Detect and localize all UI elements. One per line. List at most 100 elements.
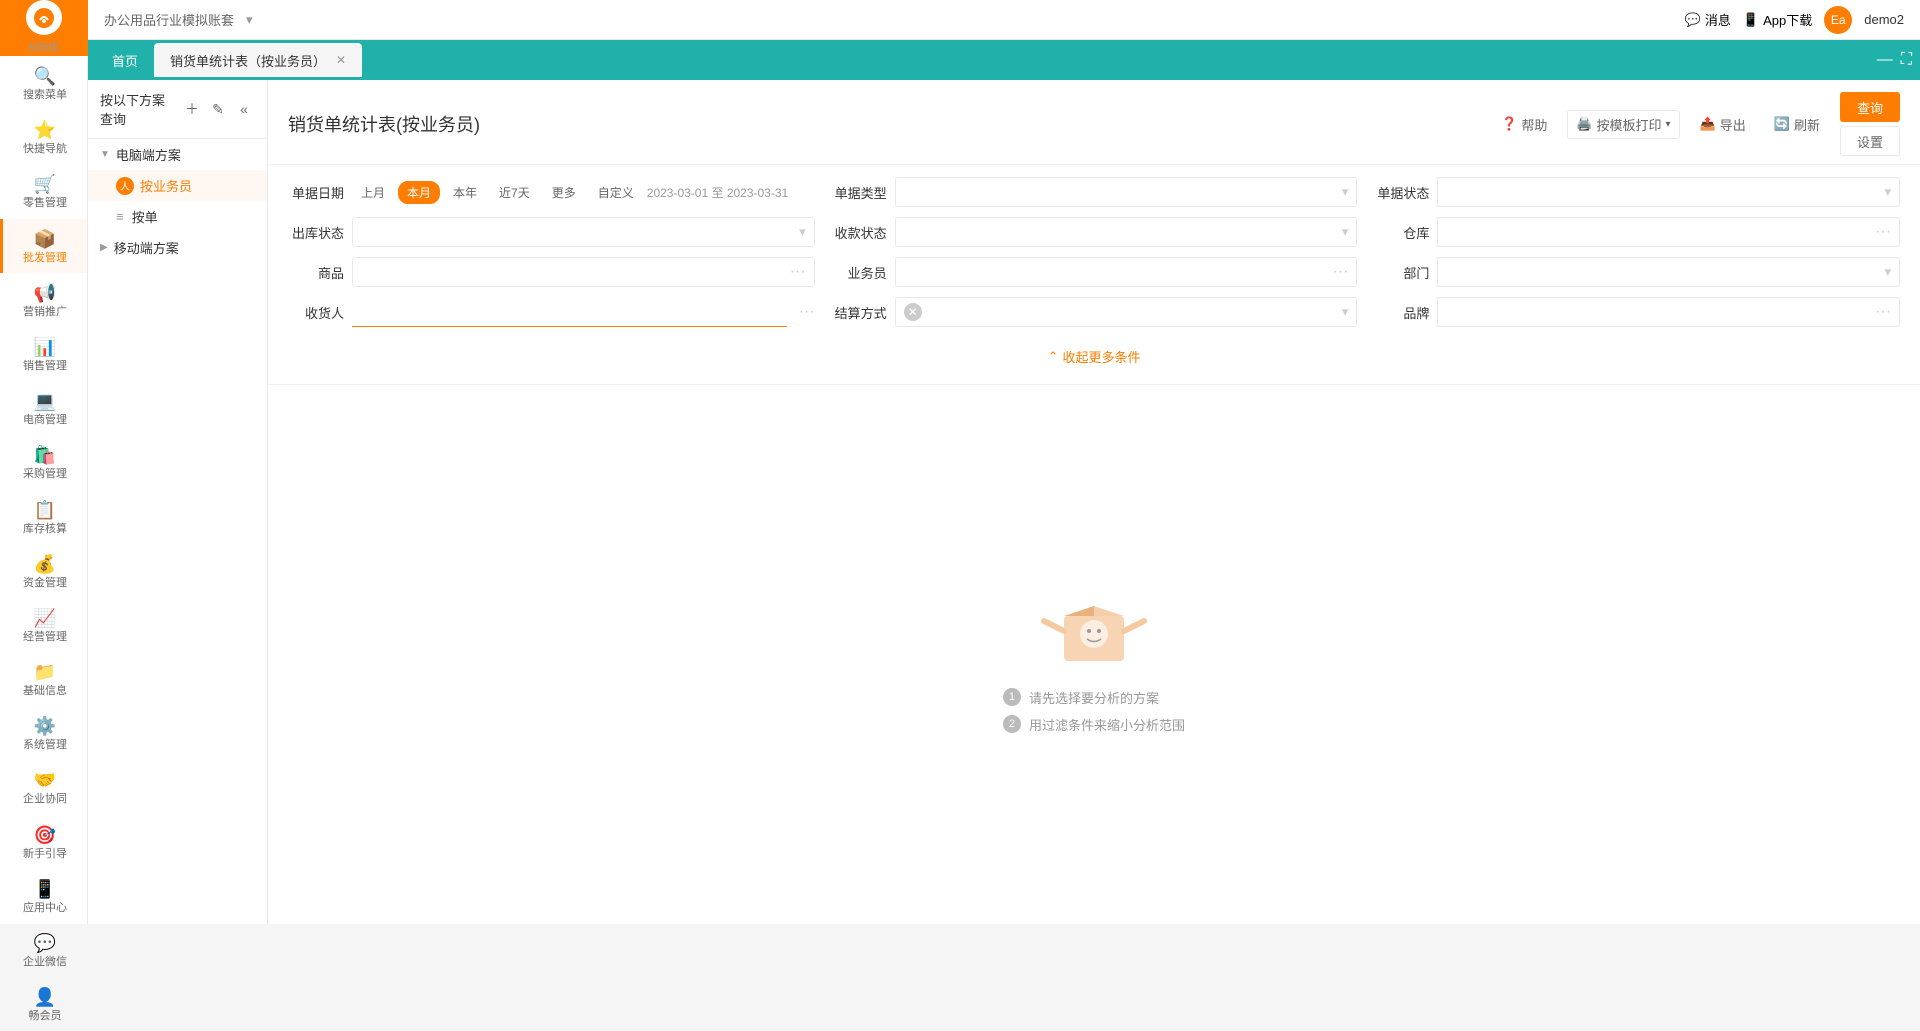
user-name[interactable]: demo2 [1864,12,1904,27]
topbar: 办公用品行业模拟账套 ▾ 💬 消息 📱 App下载 Ea demo2 [88,0,1920,40]
sidebar-item-inventory[interactable]: 📋 库存核算 [0,490,87,544]
docstatus-chevron-icon: ▾ [1884,184,1891,200]
sidebar-item-basic-info[interactable]: 📁 基础信息 [0,652,87,706]
basic-info-icon: 📁 [34,662,56,683]
filter-docstatus-item: 单据状态 ▾ [1373,177,1900,207]
edit-plan-button[interactable]: ✎ [207,98,229,120]
outstatus-label: 出库状态 [288,223,344,242]
date-btn-more[interactable]: 更多 [543,181,585,204]
app-name: 办公用品行业模拟账套 [104,10,234,29]
receiver-label: 收货人 [288,303,344,322]
refresh-button[interactable]: 🔄 刷新 [1766,111,1828,138]
sidebar-item-purchase[interactable]: 🛍️ 采购管理 [0,435,87,489]
tabbar: 首页 销货单统计表（按业务员） ✕ — ⛶ [88,40,1920,80]
quick-nav-icon: ⭐ [34,120,56,141]
filter-date-item: 单据日期 上月 本月 本年 近7天 更多 自定义 2023-03-01 至 20… [288,181,815,204]
sidebar-item-operation[interactable]: 📈 经营管理 [0,598,87,652]
sidebar-item-system[interactable]: ⚙️ 系统管理 [0,706,87,760]
sidebar-item-wholesale[interactable]: 📦 批发管理 [0,219,87,273]
date-btn-last-month[interactable]: 上月 [352,181,394,204]
collapse-panel-button[interactable]: « [233,98,255,120]
tab-sales-stats[interactable]: 销货单统计表（按业务员） ✕ [154,43,362,77]
collapse-filter-button[interactable]: ⌃ 收起更多条件 [288,341,1900,372]
receiptstatus-select[interactable]: ▾ [895,217,1358,247]
system-icon: ⚙️ [34,716,56,737]
sidebar-item-search[interactable]: 🔍 搜索菜单 [0,56,87,110]
filter-doctype-item: 单据类型 ▾ [831,177,1358,207]
doctype-label: 单据类型 [831,183,887,202]
warehouse-select[interactable]: ··· [1437,217,1900,247]
tree-node-by-salesperson[interactable]: 人 按业务员 [88,170,267,201]
help-button[interactable]: ❓ 帮助 [1493,111,1555,138]
tree-node-pc-plan[interactable]: ▼ 电脑端方案 [88,139,267,170]
message-action[interactable]: 💬 消息 [1685,10,1731,29]
salesperson-select[interactable]: ··· [895,257,1358,287]
sidebar-item-sales[interactable]: 📊 销售管理 [0,327,87,381]
left-panel-title: 按以下方案查询 [100,90,175,128]
sidebar-logo: 标账版 [0,0,88,56]
sidebar-item-ecommerce[interactable]: 💻 电商管理 [0,381,87,435]
sidebar-logo-label: 标账版 [29,35,59,56]
print-button[interactable]: 🖨️ 按模板打印 ▾ [1567,110,1679,139]
date-btn-7days[interactable]: 近7天 [490,181,539,204]
sidebar-item-app-center[interactable]: 📱 应用中心 [0,869,87,923]
date-label: 单据日期 [288,183,344,202]
print-icon: 🖨️ [1576,116,1592,132]
settlement-clear-button[interactable]: ✕ [904,303,922,321]
sidebar-item-enterprise[interactable]: 🤝 企业协同 [0,760,87,814]
empty-illustration [1034,576,1154,676]
date-btn-this-year[interactable]: 本年 [444,181,486,204]
app-download-action[interactable]: 📱 App下载 [1743,10,1812,29]
settings-button[interactable]: 设置 [1840,126,1900,156]
dept-select[interactable]: ▾ [1437,257,1900,287]
dept-chevron-icon: ▾ [1884,264,1891,280]
newbie-icon: 🎯 [34,825,56,846]
empty-step-2: 2 用过滤条件来缩小分析范围 [1003,715,1185,734]
app-center-icon: 📱 [34,879,56,900]
sidebar-item-finance[interactable]: 💰 资金管理 [0,544,87,598]
add-plan-button[interactable]: ＋ [181,98,203,120]
sidebar-item-marketing[interactable]: 📢 营销推广 [0,273,87,327]
outstatus-chevron-icon: ▾ [799,224,806,240]
print-dropdown-icon: ▾ [1666,119,1671,130]
search-icon: 🔍 [34,66,56,87]
export-button[interactable]: 📤 导出 [1692,111,1754,138]
brand-select[interactable]: ··· [1437,297,1900,327]
query-button[interactable]: 查询 [1840,92,1900,122]
receiver-input[interactable] [352,297,787,327]
topbar-dropdown-icon[interactable]: ▾ [246,12,253,28]
tab-close-icon[interactable]: ✕ [336,53,346,67]
tab-maximize-icon[interactable]: ⛶ [1901,51,1912,69]
warehouse-dots: ··· [1875,223,1891,241]
filter-warehouse-item: 仓库 ··· [1373,217,1900,247]
sidebar-item-retail[interactable]: 🛒 零售管理 [0,164,87,218]
settlement-select[interactable]: ✕ ▾ [895,297,1358,327]
content-area: 按以下方案查询 ＋ ✎ « ▼ 电脑端方案 人 按业务员 ≡ 按单 [88,80,1920,924]
step2-num: 2 [1003,715,1021,733]
sidebar-item-member[interactable]: 👤 畅会员 [0,977,87,1031]
warehouse-label: 仓库 [1373,223,1429,242]
tree-node-by-order[interactable]: ≡ 按单 [88,201,267,232]
outstatus-select[interactable]: ▾ [352,217,815,247]
inventory-icon: 📋 [34,500,56,521]
sidebar-item-newbie[interactable]: 🎯 新手引导 [0,815,87,869]
docstatus-select[interactable]: ▾ [1437,177,1900,207]
operation-icon: 📈 [34,608,56,629]
tab-home[interactable]: 首页 [96,43,154,77]
tab-minimize-icon[interactable]: — [1877,51,1893,69]
sidebar-item-quick-nav[interactable]: ⭐ 快捷导航 [0,110,87,164]
filter-receiptstatus-item: 收款状态 ▾ [831,217,1358,247]
goods-select[interactable]: ··· [352,257,815,287]
avatar[interactable]: Ea [1824,6,1852,34]
sidebar-nav: 🔍 搜索菜单 ⭐ 快捷导航 🛒 零售管理 📦 批发管理 📢 营销推广 📊 销售管… [0,56,87,1031]
settlement-label: 结算方式 [831,303,887,322]
date-btn-custom[interactable]: 自定义 [589,181,643,204]
left-panel-actions: ＋ ✎ « [181,98,255,120]
date-btn-this-month[interactable]: 本月 [398,181,440,204]
sidebar-item-wechat[interactable]: 💬 企业微信 [0,923,87,977]
expand-icon: ▼ [100,149,110,160]
member-icon: 👤 [34,987,56,1008]
tree-node-mobile-plan[interactable]: ▶ 移动端方案 [88,232,267,263]
filter-row-3: 商品 ··· 业务员 ··· 部门 [288,257,1900,287]
doctype-select[interactable]: ▾ [895,177,1358,207]
